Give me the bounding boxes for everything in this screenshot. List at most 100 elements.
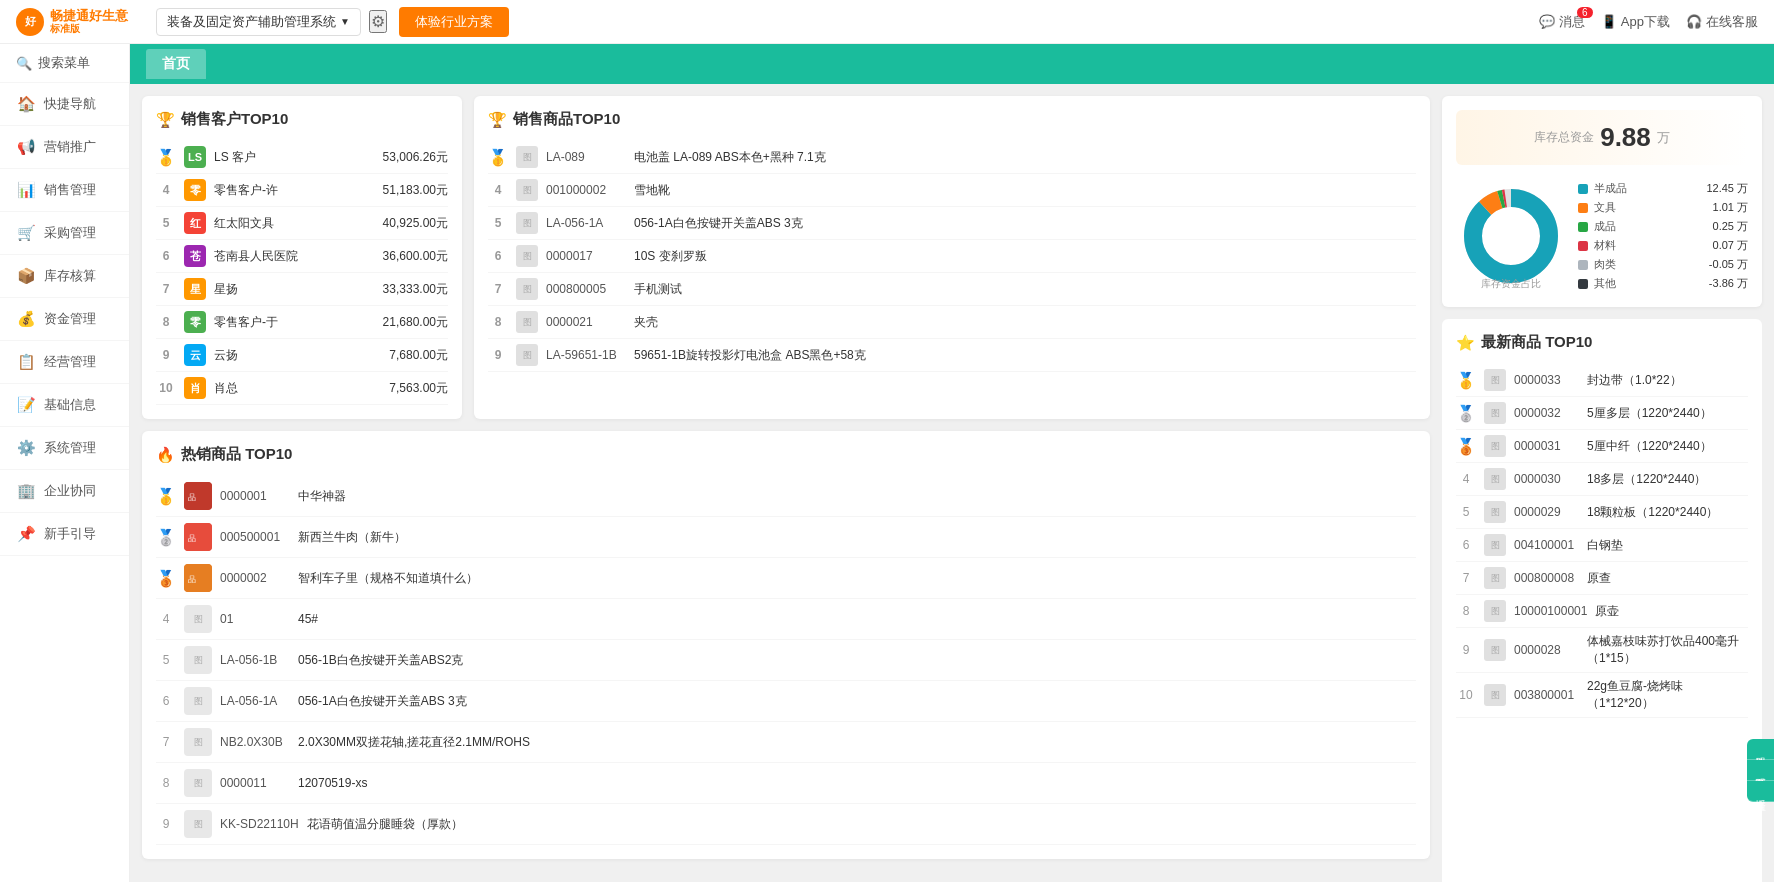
prod-code: LA-056-1A xyxy=(546,216,626,230)
rank-name: 苍南县人民医院 xyxy=(214,248,375,265)
app-download-item[interactable]: 📱 App下载 xyxy=(1601,13,1670,31)
rank-badge: 肖 xyxy=(184,377,206,399)
new-product-item: 4 图 0000030 18多层（1220*2440） xyxy=(1456,463,1748,496)
rank-value: 21,680.00元 xyxy=(383,314,448,331)
sidebar-item-search-menu[interactable]: 🔍 搜索菜单 xyxy=(0,44,129,83)
new-rank-num: 4 xyxy=(1456,472,1476,486)
new-name: 原查 xyxy=(1587,570,1748,587)
prod-name: 夹壳 xyxy=(634,314,1416,331)
float-customer-service[interactable]: 客服热线 xyxy=(1747,739,1774,760)
top-bar: 好 畅捷通好生意 标准版 装备及固定资产辅助管理系统 ▼ ⚙ 体验行业方案 💬 … xyxy=(0,0,1774,44)
medal-1-icon: 🥇 xyxy=(156,148,176,167)
sidebar-finance-label: 资金管理 xyxy=(44,310,96,328)
message-icon-item[interactable]: 💬 消息 6 xyxy=(1539,13,1585,31)
system-name: 装备及固定资产辅助管理系统 xyxy=(167,13,336,31)
hot-name: 12070519-xs xyxy=(298,776,1416,790)
sales-rank-item: 5 红 红太阳文具 40,925.00元 xyxy=(156,207,448,240)
trial-button[interactable]: 体验行业方案 xyxy=(399,7,509,37)
svg-text:品: 品 xyxy=(188,534,196,543)
hot-code: 01 xyxy=(220,612,290,626)
rank-number: 7 xyxy=(156,282,176,296)
hot-product-item: 🥉 品 0000002 智利车子里（规格不知道填什么） xyxy=(156,558,1416,599)
fire-icon: 🔥 xyxy=(156,446,175,464)
hot-rank-num: 9 xyxy=(156,817,176,831)
new-code: 0000033 xyxy=(1514,373,1579,387)
sales-icon: 📊 xyxy=(16,181,36,199)
sidebar-guide-label: 新手引导 xyxy=(44,525,96,543)
sidebar-item-guide[interactable]: 📌 新手引导 xyxy=(0,513,129,556)
marketing-icon: 📢 xyxy=(16,138,36,156)
rank-badge: 红 xyxy=(184,212,206,234)
new-code: 0000029 xyxy=(1514,505,1579,519)
new-rank-num: 5 xyxy=(1456,505,1476,519)
app-logo: 好 畅捷通好生意 标准版 xyxy=(16,8,146,36)
inventory-legend: 半成品 12.45 万 文具 1.01 万 成品 0.25 万 xyxy=(1578,179,1748,293)
hot-code: 0000011 xyxy=(220,776,290,790)
sidebar-item-inventory[interactable]: 📦 库存核算 xyxy=(0,255,129,298)
new-medal-3: 🥉 xyxy=(1456,437,1476,456)
app-title-text: 畅捷通好生意 标准版 xyxy=(50,8,128,36)
sidebar-item-basic[interactable]: 📝 基础信息 xyxy=(0,384,129,427)
product-rank-item: 🥇 图 LA-089 电池盖 LA-089 ABS本色+黑种 7.1克 xyxy=(488,141,1416,174)
rank-value: 40,925.00元 xyxy=(383,215,448,232)
hot-rank-num: 4 xyxy=(156,612,176,626)
sidebar-item-marketing[interactable]: 📢 营销推广 xyxy=(0,126,129,169)
rank-badge: 零 xyxy=(184,179,206,201)
basic-icon: 📝 xyxy=(16,396,36,414)
hot-products-title: 🔥 热销商品 TOP10 xyxy=(156,445,1416,464)
new-thumbnail: 图 xyxy=(1484,501,1506,523)
hot-code: LA-056-1A xyxy=(220,694,290,708)
legend-item: 文具 1.01 万 xyxy=(1578,198,1748,217)
sidebar-item-system[interactable]: ⚙️ 系统管理 xyxy=(0,427,129,470)
settings-button[interactable]: ⚙ xyxy=(369,10,387,33)
product-ranking-title: 🏆 销售商品TOP10 xyxy=(488,110,1416,129)
hot-product-item: 5 图 LA-056-1B 056-1B白色按键开关盖ABS2克 xyxy=(156,640,1416,681)
sidebar-basic-label: 基础信息 xyxy=(44,396,96,414)
online-service-label: 在线客服 xyxy=(1706,13,1758,31)
prod-rank-num: 5 xyxy=(488,216,508,230)
sidebar-item-finance[interactable]: 💰 资金管理 xyxy=(0,298,129,341)
legend-color-dot xyxy=(1578,260,1588,270)
finance-icon: 💰 xyxy=(16,310,36,328)
prod-thumbnail: 图 xyxy=(516,179,538,201)
hot-product-item: 🥇 品 0000001 中华神器 xyxy=(156,476,1416,517)
svg-text:品: 品 xyxy=(188,493,196,502)
new-thumbnail: 图 xyxy=(1484,435,1506,457)
new-name: 白钢垫 xyxy=(1587,537,1748,554)
sidebar-item-sales[interactable]: 📊 销售管理 xyxy=(0,169,129,212)
float-service-community[interactable]: 服务社区 xyxy=(1747,760,1774,781)
system-icon: ⚙️ xyxy=(16,439,36,457)
hot-product-item: 4 图 01 45# xyxy=(156,599,1416,640)
inventory-label: 库存总资金 xyxy=(1534,129,1594,146)
sidebar-item-operation[interactable]: 📋 经营管理 xyxy=(0,341,129,384)
hot-medal-1: 🥇 xyxy=(156,487,176,506)
legend-value: 0.07 万 xyxy=(1713,238,1748,253)
sidebar-enterprise-label: 企业协同 xyxy=(44,482,96,500)
online-service-item[interactable]: 🎧 在线客服 xyxy=(1686,13,1758,31)
sales-rank-item: 🥇 LS LS 客户 53,006.26元 xyxy=(156,141,448,174)
sidebar-item-quick-nav[interactable]: 🏠 快捷导航 xyxy=(0,83,129,126)
new-name: 封边带（1.0*22） xyxy=(1587,372,1748,389)
rank-value: 51,183.00元 xyxy=(383,182,448,199)
legend-value: -3.86 万 xyxy=(1709,276,1748,291)
content-area: 🏆 销售客户TOP10 🥇 LS LS 客户 53,006.26元 xyxy=(130,84,1774,882)
prod-code: 0000021 xyxy=(546,315,626,329)
system-selector[interactable]: 装备及固定资产辅助管理系统 ▼ xyxy=(156,8,361,36)
sidebar-quick-nav-label: 快捷导航 xyxy=(44,95,96,113)
hot-product-item: 6 图 LA-056-1A 056-1A白色按键开关盖ABS 3克 xyxy=(156,681,1416,722)
new-thumbnail: 图 xyxy=(1484,567,1506,589)
rank-number: 10 xyxy=(156,381,176,395)
legend-item: 材料 0.07 万 xyxy=(1578,236,1748,255)
sidebar-sales-label: 销售管理 xyxy=(44,181,96,199)
float-live[interactable]: 直播 xyxy=(1747,781,1774,802)
sidebar-item-purchase[interactable]: 🛒 采购管理 xyxy=(0,212,129,255)
hot-thumbnail: 图 xyxy=(184,810,212,838)
sidebar-item-enterprise[interactable]: 🏢 企业协同 xyxy=(0,470,129,513)
hot-thumbnail: 图 xyxy=(184,646,212,674)
new-thumbnail: 图 xyxy=(1484,468,1506,490)
new-code: 004100001 xyxy=(1514,538,1579,552)
top-right-icons: 💬 消息 6 📱 App下载 🎧 在线客服 xyxy=(1539,13,1758,31)
new-name: 5厘中纤（1220*2440） xyxy=(1587,438,1748,455)
nav-tab-home[interactable]: 首页 xyxy=(146,49,206,79)
legend-color-dot xyxy=(1578,279,1588,289)
